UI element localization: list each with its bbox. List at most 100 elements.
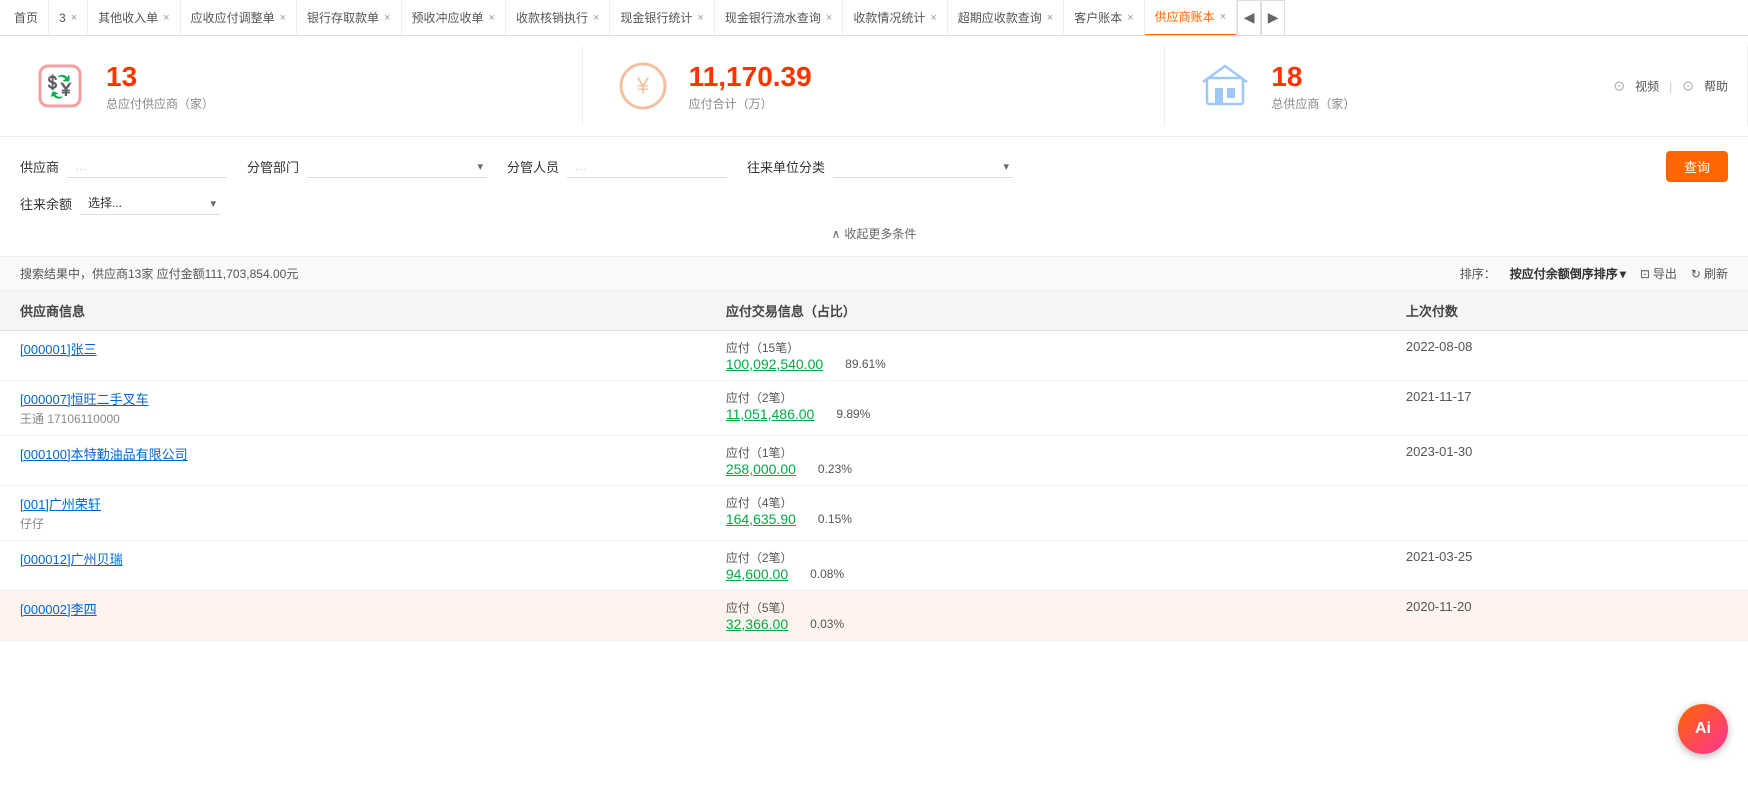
nav-tab-cash-bank[interactable]: 现金银行统计 × — [610, 0, 714, 36]
supplier-info-cell: [001]广州荣轩仔仔 — [0, 486, 706, 541]
close-icon[interactable]: × — [1127, 12, 1133, 24]
close-icon[interactable]: × — [163, 12, 169, 24]
supplier-info-cell: [000012]广州贝瑞 — [0, 541, 706, 591]
last-pay-cell: 2021-11-17 — [1386, 381, 1748, 436]
supplier-link[interactable]: [000002]李四 — [20, 602, 97, 617]
supplier-link[interactable]: [000012]广州贝瑞 — [20, 552, 123, 567]
close-icon[interactable]: × — [1047, 12, 1053, 24]
trans-label: 应付（5笔） — [726, 599, 1366, 616]
trans-pct: 0.15% — [818, 512, 852, 526]
table-row: [001]广州荣轩仔仔应付（4笔）164,635.900.15% — [0, 486, 1748, 541]
nav-tab-3-label: 3 — [59, 11, 66, 25]
total-suppliers-value: 18 — [1271, 60, 1355, 94]
video-link[interactable]: 视频 — [1635, 78, 1659, 95]
trans-amount[interactable]: 32,366.00 — [726, 616, 788, 632]
trans-info-cell: 应付（1笔）258,000.00 0.23% — [706, 436, 1386, 486]
last-pay-cell — [1386, 486, 1748, 541]
close-icon[interactable]: × — [697, 12, 703, 24]
category-select[interactable] — [833, 155, 1013, 178]
export-icon: ⊡ — [1640, 267, 1650, 281]
collapse-button[interactable]: ∧ 收起更多条件 — [20, 225, 1728, 242]
payable-suppliers-value: 13 — [106, 60, 214, 94]
trans-info-cell: 应付（5笔）32,366.00 0.03% — [706, 591, 1386, 641]
filter-item-dept: 分管部门 ▾ — [247, 155, 487, 178]
nav-tab-3[interactable]: 3 × — [49, 0, 88, 36]
close-icon[interactable]: × — [71, 12, 77, 24]
supplier-link[interactable]: [000007]恒旺二手叉车 — [20, 392, 149, 407]
close-icon[interactable]: × — [489, 12, 495, 24]
close-icon[interactable]: × — [826, 12, 832, 24]
stats-header: 💱 13 总应付供应商（家） ¥ 11,170.39 应付合计（万） — [0, 36, 1748, 137]
trans-info-cell: 应付（4笔）164,635.900.15% — [706, 486, 1386, 541]
circle-icon: ⊙ — [1613, 78, 1625, 95]
balance-select[interactable]: 选择... — [80, 192, 220, 215]
supplier-link[interactable]: [000001]张三 — [20, 342, 97, 357]
nav-tab-cash-flow[interactable]: 现金银行流水查询 × — [715, 0, 843, 36]
trans-label: 应付（2笔） — [726, 549, 1366, 566]
last-pay-cell: 2023-01-30 — [1386, 436, 1748, 486]
nav-tab-supplier-ledger[interactable]: 供应商账本 × — [1145, 0, 1237, 36]
supplier-info-cell: [000100]本特勤油品有限公司 — [0, 436, 706, 486]
ai-button[interactable]: Ai — [1678, 704, 1728, 754]
close-icon[interactable]: × — [1220, 11, 1226, 23]
nav-tab-payment-stat[interactable]: 收款情况统计 × — [843, 0, 947, 36]
col-last-pay: 上次付数 — [1386, 291, 1748, 331]
main-content: 💱 13 总应付供应商（家） ¥ 11,170.39 应付合计（万） — [0, 36, 1748, 794]
trans-pct: 89.61% — [845, 357, 886, 371]
result-bar-right: 排序： 按应付余额倒序排序 ▾ ⊡ 导出 ↻ 刷新 — [1460, 265, 1728, 282]
dept-select[interactable] — [307, 155, 487, 178]
supplier-info-cell: [000007]恒旺二手叉车王通 17106110000 — [0, 381, 706, 436]
trans-amount[interactable]: 164,635.90 — [726, 511, 796, 527]
nav-tab-ar-ap[interactable]: 应收应付调整单 × — [181, 0, 297, 36]
trans-label: 应付（15笔） — [726, 339, 1366, 356]
nav-tab-payment-verify-label: 收款核销执行 — [516, 9, 588, 26]
filter-row-1: 供应商 分管部门 ▾ 分管人员 往来单位分类 — [20, 151, 1728, 182]
nav-tab-cash-flow-label: 现金银行流水查询 — [725, 9, 821, 26]
nav-prev-arrow[interactable]: ◀ — [1237, 0, 1261, 36]
search-button[interactable]: 查询 — [1666, 151, 1728, 182]
supplier-link[interactable]: [000100]本特勤油品有限公司 — [20, 447, 188, 462]
close-icon[interactable]: × — [593, 12, 599, 24]
total-payable-icon: ¥ — [613, 56, 673, 116]
trans-amount[interactable]: 94,600.00 — [726, 566, 788, 582]
total-payable-label: 应付合计（万） — [689, 95, 812, 112]
payable-suppliers-label: 总应付供应商（家） — [106, 95, 214, 112]
export-button[interactable]: ⊡ 导出 — [1640, 265, 1677, 282]
stat-block-2-text: 11,170.39 应付合计（万） — [689, 60, 812, 113]
table-row: [000007]恒旺二手叉车王通 17106110000应付（2笔）11,051… — [0, 381, 1748, 436]
supplier-link[interactable]: [001]广州荣轩 — [20, 497, 101, 512]
trans-pct: 0.23% — [818, 462, 852, 476]
filter-item-category: 往来单位分类 ▾ — [747, 155, 1013, 178]
nav-next-arrow[interactable]: ▶ — [1261, 0, 1285, 36]
nav-tab-payment-verify[interactable]: 收款核销执行 × — [506, 0, 610, 36]
trans-amount[interactable]: 100,092,540.00 — [726, 356, 823, 372]
supplier-sub-info: 王通 17106110000 — [20, 410, 686, 427]
dept-select-wrap: ▾ — [307, 155, 487, 178]
trans-label: 应付（1笔） — [726, 444, 1366, 461]
category-select-wrap: ▾ — [833, 155, 1013, 178]
nav-tab-bank[interactable]: 银行存取款单 × — [297, 0, 401, 36]
nav-tab-other-income[interactable]: 其他收入单 × — [88, 0, 180, 36]
balance-label: 往来余额 — [20, 194, 72, 213]
sort-value[interactable]: 按应付余额倒序排序 ▾ — [1510, 265, 1626, 282]
stat-block-suppliers-payable: 💱 13 总应付供应商（家） — [0, 46, 583, 126]
refresh-button[interactable]: ↻ 刷新 — [1691, 265, 1728, 282]
nav-tab-overdue[interactable]: 超期应收款查询 × — [948, 0, 1064, 36]
supplier-input[interactable] — [67, 155, 227, 178]
trans-amount[interactable]: 11,051,486.00 — [726, 406, 815, 422]
trans-amount[interactable]: 258,000.00 — [726, 461, 796, 477]
help-link[interactable]: 帮助 — [1704, 78, 1728, 95]
last-pay-cell: 2022-08-08 — [1386, 331, 1748, 381]
nav-tab-customer-ledger[interactable]: 客户账本 × — [1064, 0, 1144, 36]
close-icon[interactable]: × — [930, 12, 936, 24]
filter-item-supplier: 供应商 — [20, 155, 227, 178]
close-icon[interactable]: × — [384, 12, 390, 24]
col-supplier-info: 供应商信息 — [0, 291, 706, 331]
svg-text:💱: 💱 — [46, 74, 73, 100]
nav-tab-prepaid[interactable]: 预收冲应收单 × — [402, 0, 506, 36]
close-icon[interactable]: × — [280, 12, 286, 24]
trans-pct: 0.03% — [810, 617, 844, 631]
result-summary: 搜索结果中，供应商13家 应付金额111,703,854.00元 — [20, 265, 298, 282]
person-input[interactable] — [567, 155, 727, 178]
nav-tab-home[interactable]: 首页 — [4, 0, 49, 36]
